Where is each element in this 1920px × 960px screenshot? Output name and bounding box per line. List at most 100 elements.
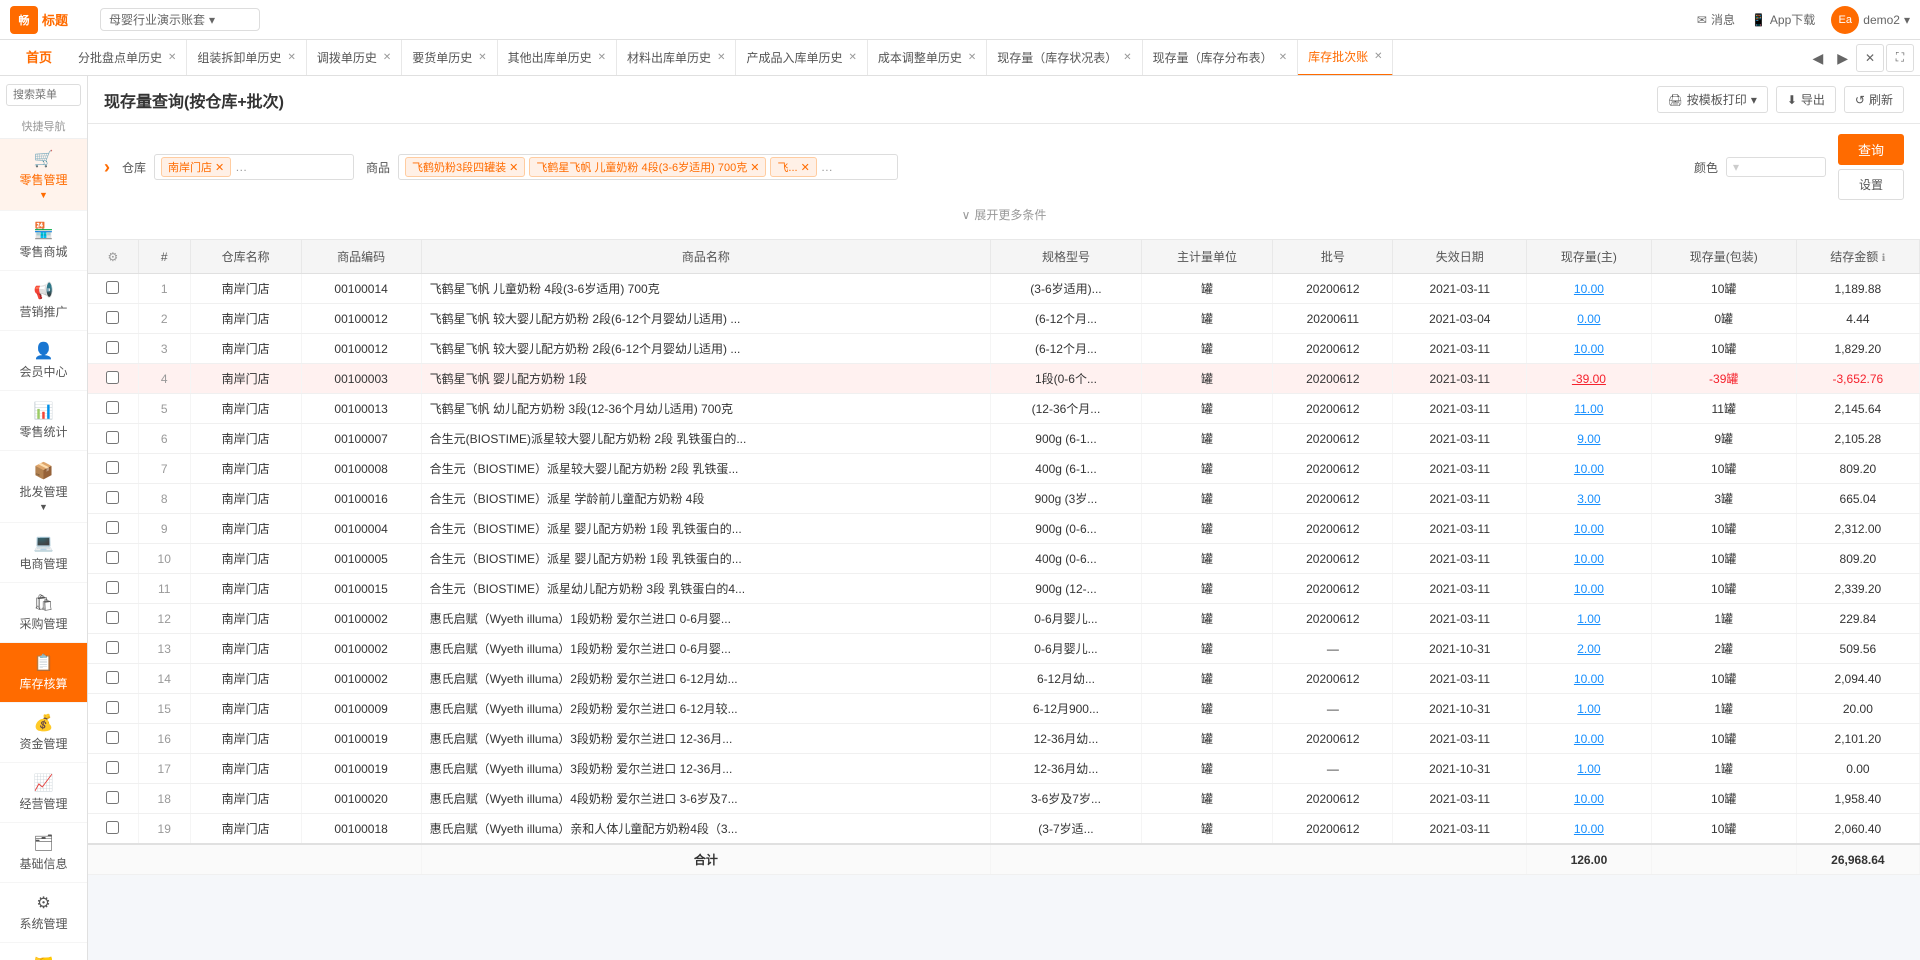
sidebar-item-collab[interactable]: 🤝 企业协同 [0, 943, 87, 960]
td-qty[interactable]: 9.00 [1527, 424, 1652, 454]
td-checkbox[interactable] [88, 634, 138, 664]
tab-close-icon[interactable]: ✕ [968, 52, 976, 63]
row-checkbox[interactable] [106, 281, 119, 294]
sidebar-item-purchase[interactable]: 🛍 采购管理 [0, 583, 87, 643]
td-checkbox[interactable] [88, 814, 138, 845]
th-settings[interactable]: ⚙ [88, 240, 138, 274]
warehouse-tag-container[interactable]: 南岸门店 ✕ … [154, 154, 354, 180]
tab-fenpi[interactable]: 分批盘点单历史 ✕ [68, 40, 187, 76]
message-btn[interactable]: ✉ 消息 [1697, 11, 1735, 28]
sidebar-item-operations[interactable]: 📈 经营管理 [0, 763, 87, 823]
export-btn[interactable]: ⬇ 导出 [1776, 86, 1836, 113]
row-checkbox[interactable] [106, 581, 119, 594]
tab-close-all-btn[interactable]: ✕ [1856, 44, 1884, 72]
td-qty[interactable]: 10.00 [1527, 274, 1652, 304]
tab-close-icon[interactable]: ✕ [287, 52, 295, 63]
td-checkbox[interactable] [88, 754, 138, 784]
sidebar-item-retail-stats[interactable]: 📊 零售统计 [0, 391, 87, 451]
tab-close-icon[interactable]: ✕ [717, 52, 725, 63]
sidebar-item-basic-info[interactable]: 🗂 基础信息 [0, 823, 87, 883]
sidebar-item-inventory[interactable]: 📋 库存核算 [0, 643, 87, 703]
row-checkbox[interactable] [106, 461, 119, 474]
refresh-btn[interactable]: ↺ 刷新 [1844, 86, 1904, 113]
tab-close-icon[interactable]: ✕ [1374, 51, 1382, 62]
sidebar-quick-nav[interactable]: 快捷导航 [0, 114, 87, 139]
row-checkbox[interactable] [106, 491, 119, 504]
search-btn[interactable]: 查询 [1838, 134, 1904, 165]
tab-xiancun2[interactable]: 现存量（库存分布表） ✕ [1143, 40, 1298, 76]
row-checkbox[interactable] [106, 521, 119, 534]
td-checkbox[interactable] [88, 694, 138, 724]
td-checkbox[interactable] [88, 304, 138, 334]
row-checkbox[interactable] [106, 341, 119, 354]
set-btn[interactable]: 设置 [1838, 169, 1904, 200]
color-tag-container[interactable]: ▾ [1726, 157, 1826, 177]
td-checkbox[interactable] [88, 544, 138, 574]
tab-xiancun1[interactable]: 现存量（库存状况表） ✕ [987, 40, 1142, 76]
td-qty[interactable]: 3.00 [1527, 484, 1652, 514]
sidebar-item-retail-mgmt[interactable]: 🛒 零售管理 ▼ [0, 139, 87, 211]
td-checkbox[interactable] [88, 574, 138, 604]
td-checkbox[interactable] [88, 664, 138, 694]
tab-diaobo[interactable]: 调拨单历史 ✕ [307, 40, 402, 76]
print-btn[interactable]: 🖨 按模板打印 ▾ [1657, 86, 1768, 113]
tab-close-icon[interactable]: ✕ [168, 52, 176, 63]
sidebar-item-retail-shop[interactable]: 🏪 零售商城 [0, 211, 87, 271]
row-checkbox[interactable] [106, 761, 119, 774]
td-qty[interactable]: 10.00 [1527, 784, 1652, 814]
settings-icon[interactable]: ⚙ [108, 250, 119, 264]
td-checkbox[interactable] [88, 334, 138, 364]
td-qty[interactable]: 10.00 [1527, 544, 1652, 574]
row-checkbox[interactable] [106, 371, 119, 384]
td-qty[interactable]: 10.00 [1527, 454, 1652, 484]
goods-more-btn[interactable]: … [821, 160, 833, 174]
user-profile[interactable]: Ea demo2 ▾ [1831, 6, 1910, 34]
search-input[interactable] [6, 84, 81, 106]
warehouse-more-btn[interactable]: … [235, 160, 247, 174]
expand-more-conditions[interactable]: ∨ 展开更多条件 [104, 200, 1904, 229]
warehouse-tag-close-icon[interactable]: ✕ [215, 161, 224, 174]
td-qty[interactable]: 1.00 [1527, 604, 1652, 634]
sidebar-item-marketing[interactable]: 📢 营销推广 [0, 271, 87, 331]
td-qty[interactable]: 10.00 [1527, 574, 1652, 604]
row-checkbox[interactable] [106, 431, 119, 444]
td-qty[interactable]: -39.00 [1527, 364, 1652, 394]
td-checkbox[interactable] [88, 424, 138, 454]
td-qty[interactable]: 2.00 [1527, 634, 1652, 664]
row-checkbox[interactable] [106, 821, 119, 834]
td-qty[interactable]: 1.00 [1527, 754, 1652, 784]
td-checkbox[interactable] [88, 784, 138, 814]
tab-prev-icon[interactable]: ◀ [1806, 40, 1829, 76]
row-checkbox[interactable] [106, 551, 119, 564]
tab-close-icon[interactable]: ✕ [848, 52, 856, 63]
tab-close-icon[interactable]: ✕ [1123, 52, 1131, 63]
td-qty[interactable]: 11.00 [1527, 394, 1652, 424]
td-checkbox[interactable] [88, 724, 138, 754]
tab-qita[interactable]: 其他出库单历史 ✕ [498, 40, 617, 76]
tab-next-icon[interactable]: ▶ [1831, 40, 1854, 76]
td-qty[interactable]: 0.00 [1527, 304, 1652, 334]
row-checkbox[interactable] [106, 701, 119, 714]
tab-chengben[interactable]: 成本调整单历史 ✕ [868, 40, 987, 76]
row-checkbox[interactable] [106, 791, 119, 804]
row-checkbox[interactable] [106, 401, 119, 414]
td-checkbox[interactable] [88, 364, 138, 394]
row-checkbox[interactable] [106, 611, 119, 624]
sidebar-item-sys-mgmt[interactable]: ⚙ 系统管理 [0, 883, 87, 943]
td-checkbox[interactable] [88, 604, 138, 634]
filter-expand-arrow[interactable]: › [104, 157, 110, 178]
td-checkbox[interactable] [88, 394, 138, 424]
td-qty[interactable]: 10.00 [1527, 664, 1652, 694]
goods-tag-close-icon[interactable]: ✕ [801, 161, 810, 174]
tab-yaohuo[interactable]: 要货单历史 ✕ [402, 40, 497, 76]
tab-close-icon[interactable]: ✕ [1279, 52, 1287, 63]
tab-close-icon[interactable]: ✕ [383, 52, 391, 63]
row-checkbox[interactable] [106, 671, 119, 684]
td-qty[interactable]: 10.00 [1527, 814, 1652, 845]
sidebar-item-finance[interactable]: 💰 资金管理 [0, 703, 87, 763]
tab-close-icon[interactable]: ✕ [598, 52, 606, 63]
td-checkbox[interactable] [88, 454, 138, 484]
app-download-btn[interactable]: 📱 App下载 [1751, 11, 1815, 28]
tab-maximize-btn[interactable]: ⛶ [1886, 44, 1914, 72]
table-container[interactable]: ⚙ # 仓库名称 商品编码 商品名称 规格型号 主计量单位 批号 失效日期 现存… [88, 240, 1920, 960]
